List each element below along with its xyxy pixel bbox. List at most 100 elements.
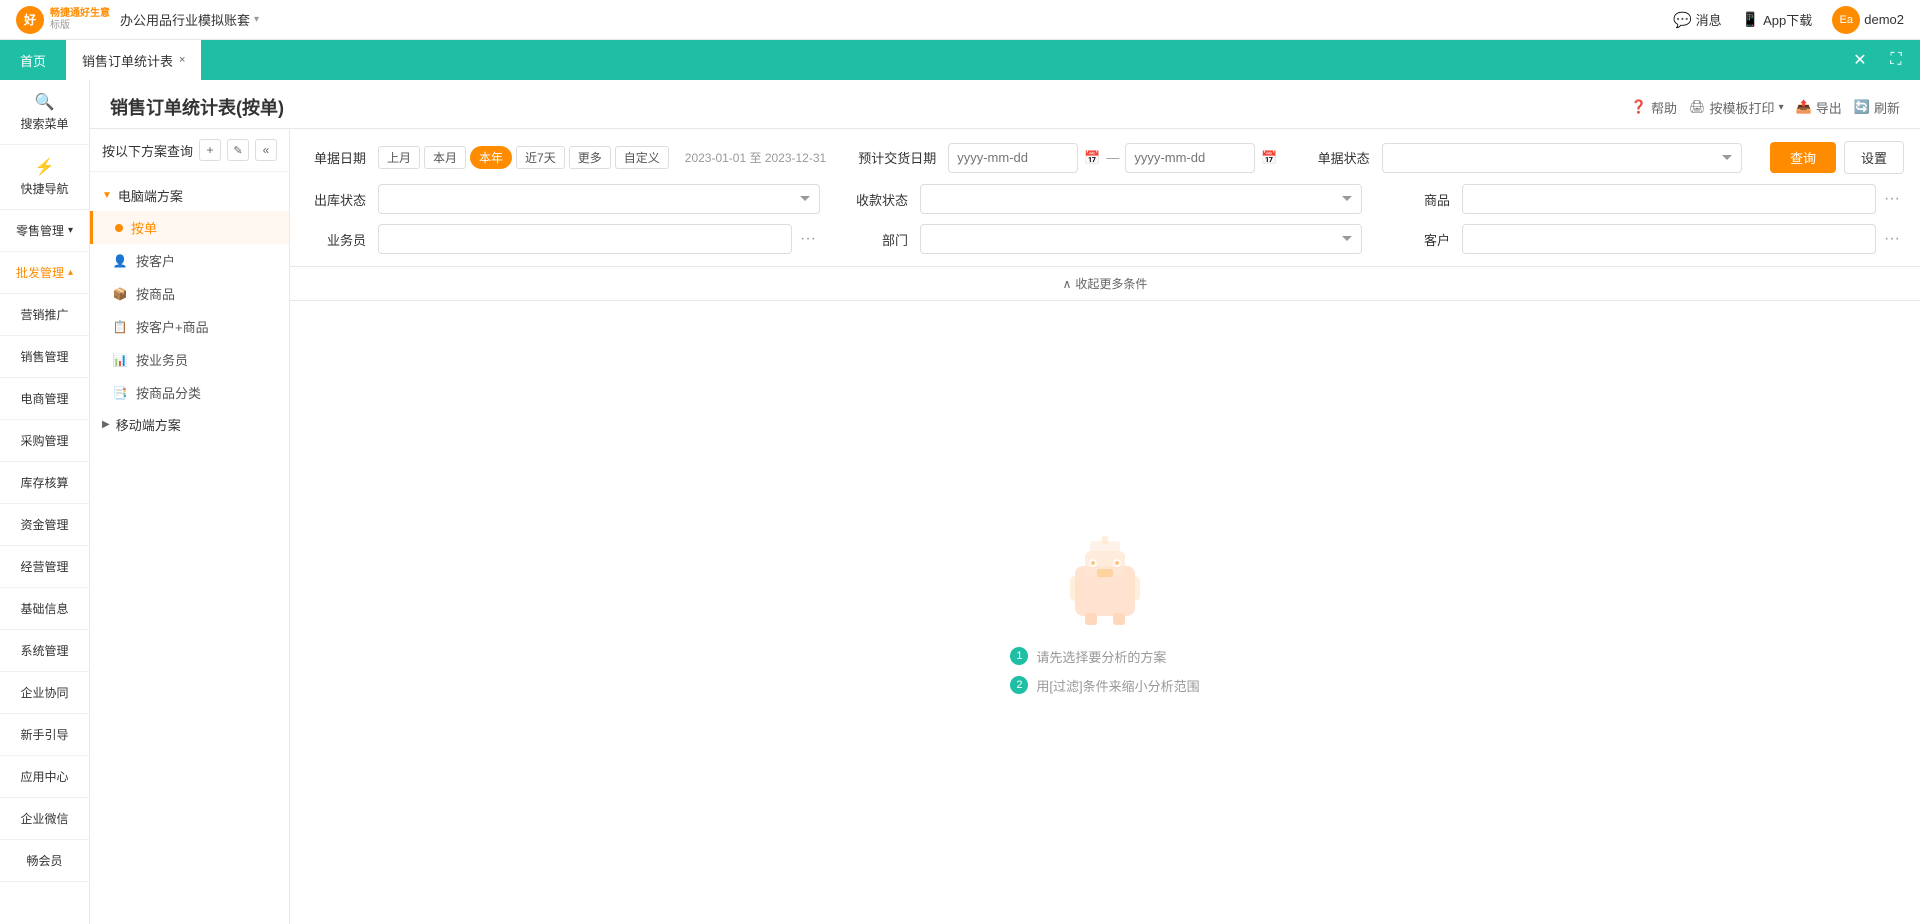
- date-btn-last-month[interactable]: 上月: [378, 146, 420, 169]
- scheme-item-by-customer-goods[interactable]: 📋 按客户+商品: [90, 310, 289, 343]
- account-dropdown[interactable]: 办公用品行业模拟账套 ▾: [120, 10, 259, 29]
- status-select[interactable]: [1382, 143, 1742, 173]
- tab-close-icon[interactable]: ×: [179, 54, 185, 66]
- goods-filter-label: 商品: [1390, 190, 1450, 209]
- date-btn-more[interactable]: 更多: [569, 146, 611, 169]
- date-label: 单据日期: [306, 148, 366, 167]
- wholesale-expand-icon: ▴: [68, 267, 73, 278]
- dropdown-arrow-icon: ▾: [254, 14, 259, 25]
- sidebar-item-apps[interactable]: 应用中心: [0, 756, 89, 798]
- message-label: 消息: [1696, 10, 1722, 29]
- scheme-by-customer-label: 按客户: [136, 251, 175, 270]
- salesperson-dots-btn[interactable]: ···: [796, 230, 820, 248]
- app-download-btn[interactable]: 📱 App下载: [1742, 10, 1813, 29]
- empty-tip-1: 1 请先选择要分析的方案: [1010, 647, 1199, 666]
- sidebar-item-inventory[interactable]: 库存核算: [0, 462, 89, 504]
- out-status-select[interactable]: [378, 184, 820, 214]
- sidebar-item-marketing[interactable]: 营销推广: [0, 294, 89, 336]
- sidebar-item-search[interactable]: 🔍 搜索菜单: [0, 80, 89, 145]
- goods-icon: 📦: [112, 286, 128, 302]
- dept-select[interactable]: [920, 224, 1362, 254]
- expected-date-end-input[interactable]: [1125, 143, 1255, 173]
- sidebar-item-sales[interactable]: 销售管理: [0, 336, 89, 378]
- scheme-item-by-order[interactable]: 按单: [90, 211, 289, 244]
- sidebar-item-ecommerce[interactable]: 电商管理: [0, 378, 89, 420]
- status-filter-wrapper: 查询 设置: [1382, 141, 1904, 174]
- refresh-btn[interactable]: 🔄 刷新: [1854, 98, 1900, 117]
- scheme-section-pc-header[interactable]: ▼ 电脑端方案: [90, 180, 289, 211]
- expected-date-start-input[interactable]: [948, 143, 1078, 173]
- salesperson-input[interactable]: [378, 224, 792, 254]
- sidebar-item-enterprise[interactable]: 企业协同: [0, 672, 89, 714]
- date-separator: —: [1106, 150, 1119, 165]
- sidebar-item-operations[interactable]: 经营管理: [0, 546, 89, 588]
- active-dot-icon: [115, 224, 123, 232]
- sidebar-item-membership[interactable]: 畅会员: [0, 840, 89, 882]
- tab-close-window-btn[interactable]: ✕: [1846, 46, 1874, 74]
- content-wrapper: 按以下方案查询 + ✎ « ▼ 电脑端方案: [90, 129, 1920, 924]
- scheme-item-by-goods[interactable]: 📦 按商品: [90, 277, 289, 310]
- left-panel: 按以下方案查询 + ✎ « ▼ 电脑端方案: [90, 129, 290, 924]
- date-btn-7days[interactable]: 近7天: [516, 146, 565, 169]
- calendar-end-icon[interactable]: 📅: [1261, 150, 1277, 166]
- status-label: 单据状态: [1310, 148, 1370, 167]
- page-header: 销售订单统计表(按单) ❓ 帮助 🖨 按模板打印 ▾ 📤 导出 🔄 刷新: [90, 80, 1920, 129]
- export-icon: 📤: [1796, 99, 1812, 115]
- sidebar-item-purchase[interactable]: 采购管理: [0, 420, 89, 462]
- customer-input[interactable]: [1462, 224, 1876, 254]
- tab-sales-order-stats[interactable]: 销售订单统计表 ×: [66, 40, 201, 80]
- sidebar-item-finance[interactable]: 资金管理: [0, 504, 89, 546]
- page-header-actions: ❓ 帮助 🖨 按模板打印 ▾ 📤 导出 🔄 刷新: [1631, 98, 1900, 117]
- sidebar-item-wholesale[interactable]: 批发管理 ▴: [0, 252, 89, 294]
- left-panel-title: 按以下方案查询: [102, 141, 193, 160]
- scheme-item-by-customer[interactable]: 👤 按客户: [90, 244, 289, 277]
- collapse-panel-btn[interactable]: «: [255, 139, 277, 161]
- sidebar-item-shortcuts[interactable]: ⚡ 快捷导航: [0, 145, 89, 210]
- print-arrow-icon: ▾: [1779, 102, 1784, 113]
- sidebar-item-retail[interactable]: 零售管理 ▾: [0, 210, 89, 252]
- goods-input[interactable]: [1462, 184, 1876, 214]
- collapse-row[interactable]: ∧ 收起更多条件: [290, 267, 1920, 301]
- empty-tip-2: 2 用[过滤]条件来缩小分析范围: [1010, 676, 1199, 695]
- nav-tabs: 首页 销售订单统计表 × ✕ ⛶: [0, 40, 1920, 80]
- payment-status-select[interactable]: [920, 184, 1362, 214]
- print-btn[interactable]: 🖨 按模板打印 ▾: [1689, 98, 1784, 117]
- search-btn[interactable]: 查询: [1770, 142, 1836, 173]
- goods-dots-btn[interactable]: ···: [1880, 190, 1904, 208]
- tip-number-2: 2: [1010, 676, 1028, 694]
- date-quick-btns: 上月 本月 本年 近7天 更多 自定义: [378, 146, 669, 169]
- category-icon: 📑: [112, 385, 128, 401]
- date-btn-this-year[interactable]: 本年: [470, 146, 512, 169]
- tab-expand-btn[interactable]: ⛶: [1882, 46, 1910, 74]
- sidebar-item-system[interactable]: 系统管理: [0, 630, 89, 672]
- page-title: 销售订单统计表(按单): [110, 94, 284, 120]
- settings-btn[interactable]: 设置: [1844, 141, 1904, 174]
- add-scheme-btn[interactable]: +: [199, 139, 221, 161]
- sidebar-item-wechat[interactable]: 企业微信: [0, 798, 89, 840]
- export-btn[interactable]: 📤 导出: [1796, 98, 1842, 117]
- filter-row-1: 单据日期 上月 本月 本年 近7天 更多 自定义 2023-01-01 至 20…: [306, 141, 1904, 174]
- customer-dots-btn[interactable]: ···: [1880, 230, 1904, 248]
- tab-home[interactable]: 首页: [0, 40, 66, 80]
- salesperson-label: 业务员: [306, 230, 366, 249]
- mobile-section-header[interactable]: ▶ 移动端方案: [90, 409, 289, 440]
- message-btn[interactable]: 💬 消息: [1673, 10, 1722, 29]
- sidebar-item-newbie[interactable]: 新手引导: [0, 714, 89, 756]
- date-btn-custom[interactable]: 自定义: [615, 146, 669, 169]
- calendar-start-icon[interactable]: 📅: [1084, 150, 1100, 166]
- tip-number-1: 1: [1010, 647, 1028, 665]
- sidebar-item-basics[interactable]: 基础信息: [0, 588, 89, 630]
- user-area[interactable]: Ea demo2: [1832, 6, 1904, 34]
- help-icon: ❓: [1631, 99, 1647, 115]
- customer-wrapper: ···: [1462, 224, 1904, 254]
- left-panel-icons: + ✎ «: [199, 139, 277, 161]
- scheme-by-customer-goods-label: 按客户+商品: [136, 317, 209, 336]
- payment-status-wrapper: [920, 184, 1362, 214]
- date-btn-this-month[interactable]: 本月: [424, 146, 466, 169]
- out-status-wrapper: [378, 184, 820, 214]
- edit-scheme-btn[interactable]: ✎: [227, 139, 249, 161]
- help-btn[interactable]: ❓ 帮助: [1631, 98, 1677, 117]
- scheme-item-by-salesperson[interactable]: 📊 按业务员: [90, 343, 289, 376]
- message-icon: 💬: [1673, 11, 1692, 29]
- scheme-item-by-category[interactable]: 📑 按商品分类: [90, 376, 289, 409]
